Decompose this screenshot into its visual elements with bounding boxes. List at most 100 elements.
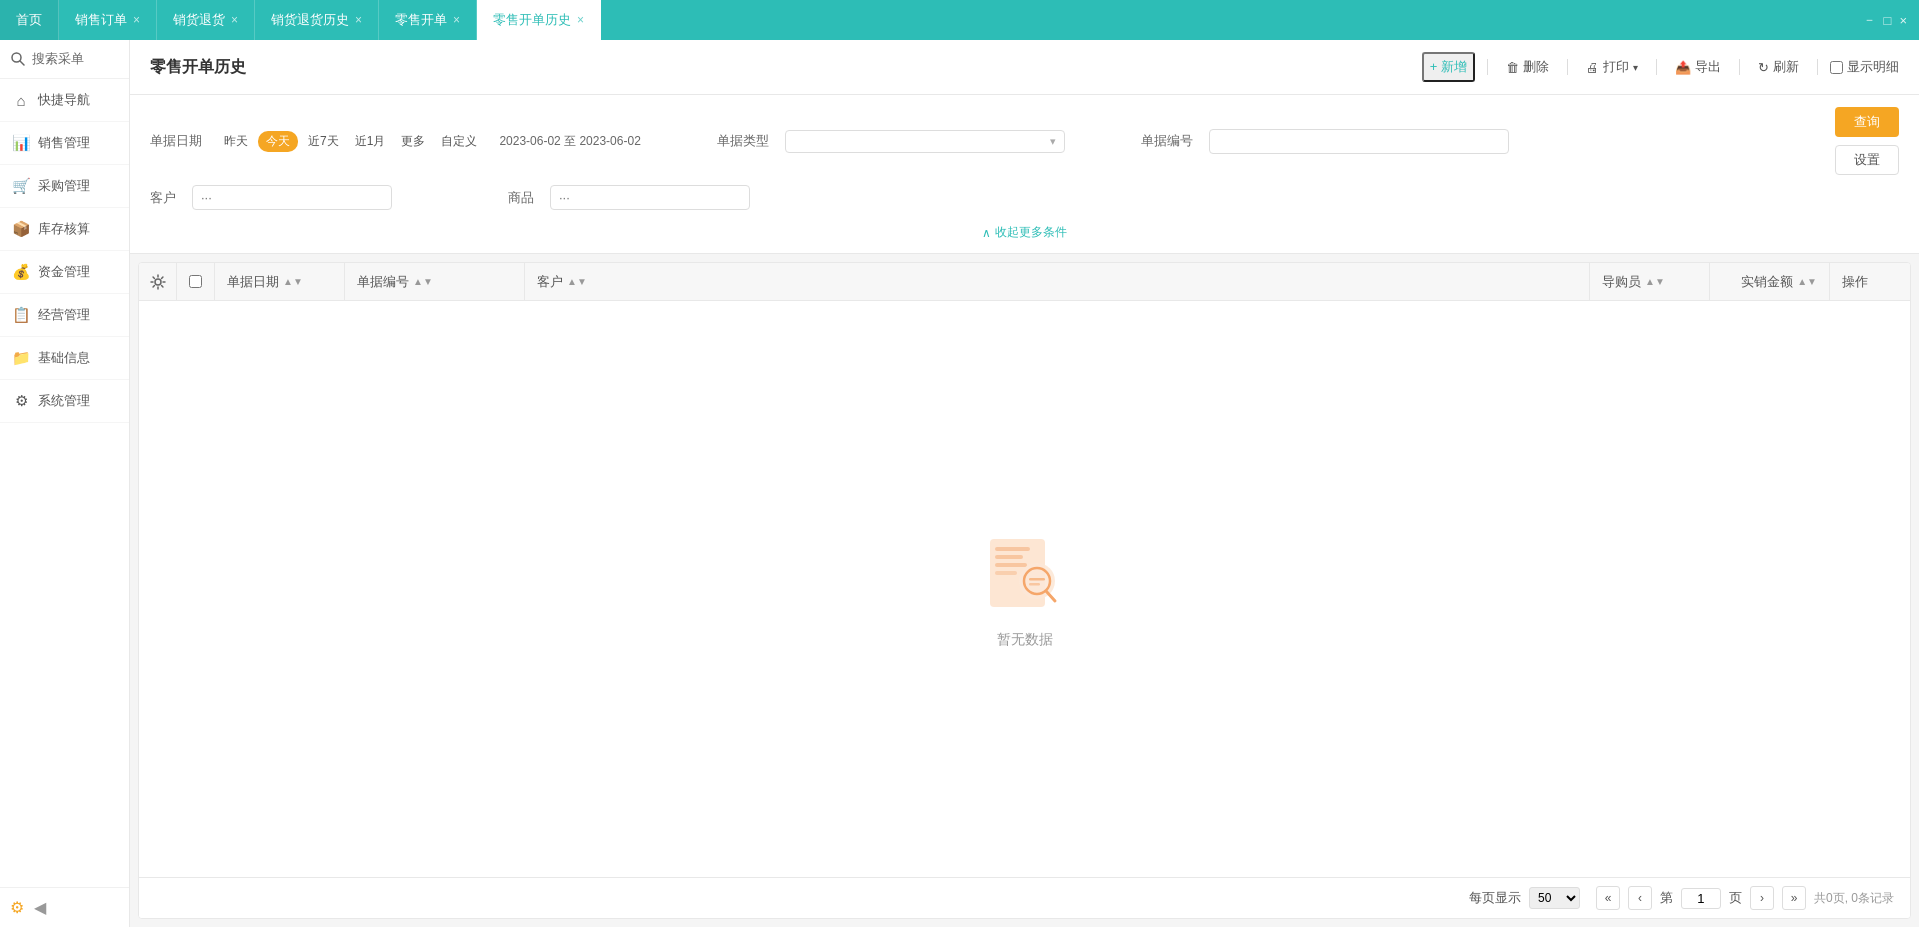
nav-tab-sales-return-history[interactable]: 销货退货历史× [255, 0, 379, 40]
nav-tab-sales-return[interactable]: 销货退货 × [157, 0, 255, 40]
print-dropdown-icon: ▾ [1633, 62, 1638, 73]
last-page-button[interactable]: » [1782, 886, 1806, 910]
sidebar-search[interactable]: 搜索采单 [0, 40, 129, 79]
sidebar-search-label: 搜索采单 [32, 50, 84, 68]
pagination: 每页显示 50 20 100 « ‹ 第 页 › » 共0页, 0条记录 [139, 877, 1910, 918]
date-range-display: 2023-06-02 至 2023-06-02 [499, 133, 640, 150]
nav-tab-retail-open[interactable]: 零售开单× [379, 0, 477, 40]
delete-button[interactable]: 🗑 删除 [1500, 54, 1555, 80]
sidebar-item-inventory[interactable]: 📦库存核算 [0, 208, 129, 251]
collapse-row: ∧ 收起更多条件 [150, 220, 1899, 249]
date-btn-yesterday[interactable]: 昨天 [218, 131, 254, 152]
collapse-filter-button[interactable]: ∧ 收起更多条件 [982, 224, 1067, 241]
date-btn-more[interactable]: 更多 [395, 131, 431, 152]
sidebar-item-finance[interactable]: 💰资金管理 [0, 251, 129, 294]
svg-rect-7 [995, 571, 1017, 575]
ops-icon: 📋 [12, 306, 30, 324]
sidebar-item-operations[interactable]: 📋 经营管理 [0, 294, 129, 337]
divider5 [1817, 59, 1818, 75]
th-amount[interactable]: 实销金额 ▲▼ [1710, 263, 1830, 300]
sidebar-item-purchase-mgmt[interactable]: 🛒采购管理 [0, 165, 129, 208]
check-all-checkbox[interactable] [189, 275, 202, 288]
home-icon: ⌂ [12, 91, 30, 109]
sort-amount-icon: ▲▼ [1797, 276, 1817, 287]
svg-rect-4 [995, 547, 1030, 551]
table-header: 单据日期 ▲▼ 单据编号 ▲▼ 客户 ▲▼ 导购员 ▲▼ 实销金额 ▲▼ [139, 263, 1910, 301]
nav-tab-label-sales-return: 销货退货 [173, 11, 225, 29]
th-customer-label: 客户 [537, 273, 563, 291]
print-button[interactable]: 🖨 打印 ▾ [1580, 54, 1644, 80]
nav-tab-close-retail-open[interactable]: × [453, 13, 460, 27]
filter-area: 单据日期 昨天 今天 近7天 近1月 更多 自定义 2023-06-02 至 2… [130, 95, 1919, 254]
th-customer[interactable]: 客户 ▲▼ [525, 263, 1590, 300]
collapse-sidebar-icon[interactable]: ◀ [34, 898, 46, 917]
th-action-label: 操作 [1842, 273, 1868, 291]
sidebar-item-label-operations: 经营管理 [38, 306, 90, 324]
th-num-label: 单据编号 [357, 273, 409, 291]
refresh-button[interactable]: ↻ 刷新 [1752, 54, 1805, 80]
collapse-up-icon: ∧ [982, 226, 991, 240]
per-page-label: 每页显示 [1469, 889, 1521, 907]
nav-tab-retail-open-history[interactable]: 零售开单历史 × [477, 0, 601, 40]
date-filter-buttons: 昨天 今天 近7天 近1月 更多 自定义 [218, 131, 483, 152]
query-button[interactable]: 查询 [1835, 107, 1899, 137]
add-button[interactable]: + 新增 [1422, 52, 1475, 82]
type-select-arrow: ▾ [1050, 135, 1056, 148]
sidebar-bottom: ⚙ ◀ [0, 887, 129, 927]
first-page-button[interactable]: « [1596, 886, 1620, 910]
sidebar: 搜索采单 ⌂快捷导航📊销售管理🛒采购管理📦库存核算💰资金管理 📋 经营管理 📁 基础信息… [0, 40, 130, 927]
table-settings-cell[interactable] [139, 263, 177, 300]
sort-date-icon: ▲▼ [283, 276, 303, 287]
nav-tab-home[interactable]: 首页 [0, 0, 59, 40]
nav-tab-sales-order[interactable]: 销售订单× [59, 0, 157, 40]
window-maximize[interactable]: □ [1884, 13, 1892, 28]
nav-tabs: 首页销售订单×销货退货×销货退货历史×零售开单×零售开单历史× [0, 0, 1851, 40]
goods-filter-label: 商品 [508, 189, 534, 207]
window-close[interactable]: × [1899, 13, 1907, 28]
date-btn-custom[interactable]: 自定义 [435, 131, 483, 152]
divider4 [1739, 59, 1740, 75]
th-num[interactable]: 单据编号 ▲▼ [345, 263, 525, 300]
refresh-icon: ↻ [1758, 60, 1769, 75]
customer-filter-label: 客户 [150, 189, 176, 207]
window-minimize[interactable]: － [1863, 11, 1876, 29]
date-btn-today[interactable]: 今天 [258, 131, 298, 152]
sidebar-item-basic-info[interactable]: 📁 基础信息 [0, 337, 129, 380]
date-btn-1month[interactable]: 近1月 [349, 131, 392, 152]
sidebar-item-label-purchase-mgmt: 采购管理 [38, 177, 90, 195]
sidebar-item-label-basic-info: 基础信息 [38, 349, 90, 367]
date-btn-7days[interactable]: 近7天 [302, 131, 345, 152]
per-page-select[interactable]: 50 20 100 [1529, 887, 1580, 909]
sidebar-item-label-sales-mgmt: 销售管理 [38, 134, 90, 152]
nav-tab-label-retail-open-history: 零售开单历史 [493, 11, 571, 29]
next-page-button[interactable]: › [1750, 886, 1774, 910]
search-icon [10, 51, 26, 68]
num-filter-input[interactable] [1209, 129, 1509, 154]
page-header: 零售开单历史 + 新增 🗑 删除 🖨 打印 ▾ 📤 导出 [130, 40, 1919, 95]
sidebar-item-system-mgmt[interactable]: ⚙系统管理 [0, 380, 129, 423]
gear-icon[interactable]: ⚙ [10, 898, 24, 917]
customer-filter-input[interactable] [192, 185, 392, 210]
sidebar-item-quick-nav[interactable]: ⌂快捷导航 [0, 79, 129, 122]
th-guide[interactable]: 导购员 ▲▼ [1590, 263, 1710, 300]
table-check-all-cell[interactable] [177, 263, 215, 300]
nav-tab-close-retail-open-history[interactable]: × [577, 13, 584, 27]
empty-state: 暂无数据 [139, 301, 1910, 877]
nav-tab-close-sales-return[interactable]: × [231, 13, 238, 27]
sidebar-item-sales-mgmt[interactable]: 📊销售管理 [0, 122, 129, 165]
header-actions: + 新增 🗑 删除 🖨 打印 ▾ 📤 导出 [1422, 52, 1899, 82]
delete-icon: 🗑 [1506, 60, 1519, 75]
goods-filter-input[interactable] [550, 185, 750, 210]
export-button[interactable]: 📤 导出 [1669, 54, 1727, 80]
page-number-input[interactable] [1681, 888, 1721, 909]
display-detail-toggle[interactable]: 显示明细 [1830, 58, 1899, 76]
nav-tab-label-home: 首页 [16, 11, 42, 29]
display-detail-checkbox[interactable] [1830, 61, 1843, 74]
nav-tab-close-sales-order[interactable]: × [133, 13, 140, 27]
info-icon: 📁 [12, 349, 30, 367]
nav-tab-close-sales-return-history[interactable]: × [355, 13, 362, 27]
prev-page-button[interactable]: ‹ [1628, 886, 1652, 910]
set-button[interactable]: 设置 [1835, 145, 1899, 175]
type-filter-select[interactable]: ▾ [785, 130, 1065, 153]
th-date[interactable]: 单据日期 ▲▼ [215, 263, 345, 300]
